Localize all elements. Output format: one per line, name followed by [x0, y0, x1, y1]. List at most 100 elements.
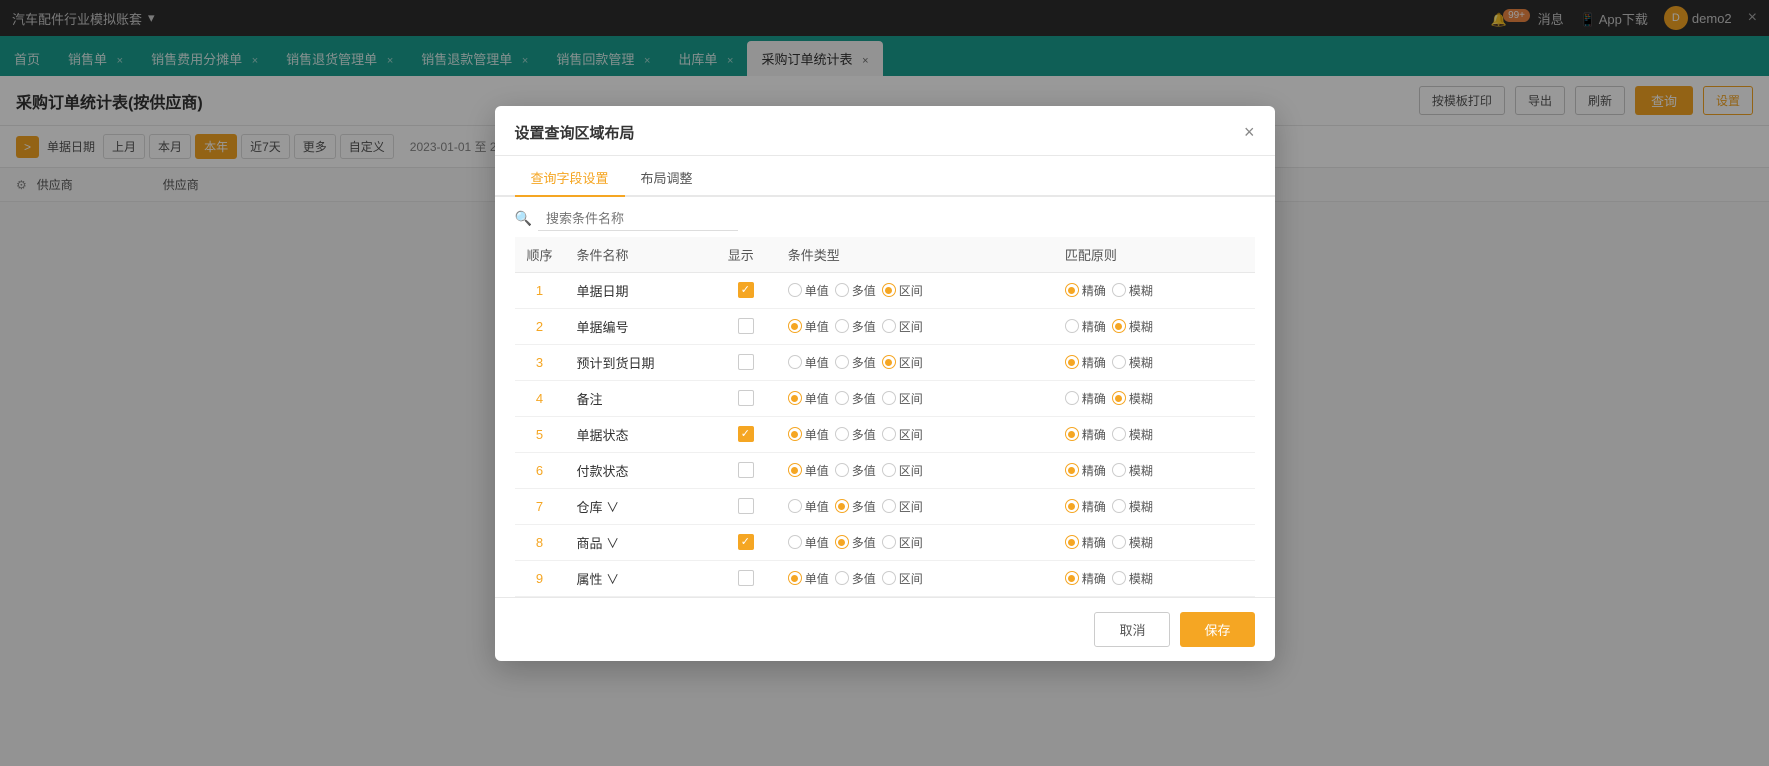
row-match-8: 精确模糊 [1053, 524, 1255, 560]
type-opt-单值-7[interactable]: 单值 [788, 498, 829, 515]
type-opt-多值-9[interactable]: 多值 [835, 570, 876, 587]
radio-circle-icon [1112, 463, 1126, 477]
type-opt-多值-4[interactable]: 多值 [835, 390, 876, 407]
type-opt-区间-3[interactable]: 区间 [882, 354, 923, 371]
type-opt-多值-7[interactable]: 多值 [835, 498, 876, 515]
dialog-tab-fields[interactable]: 查询字段设置 [515, 160, 625, 197]
match-opt-模糊-7[interactable]: 模糊 [1112, 498, 1153, 515]
type-opt-单值-9[interactable]: 单值 [788, 570, 829, 587]
row-display-1 [716, 272, 776, 308]
match-opt-模糊-4[interactable]: 模糊 [1112, 390, 1153, 407]
table-row: 7仓库 ∨单值多值区间精确模糊 [515, 488, 1255, 524]
type-opt-单值-8[interactable]: 单值 [788, 534, 829, 551]
row-match-3: 精确模糊 [1053, 344, 1255, 380]
radio-circle-icon [1112, 535, 1126, 549]
match-opt-模糊-3[interactable]: 模糊 [1112, 354, 1153, 371]
radio-label: 精确 [1082, 534, 1106, 551]
radio-circle-icon [882, 427, 896, 441]
radio-label: 区间 [899, 570, 923, 587]
radio-circle-icon [835, 463, 849, 477]
radio-circle-icon [882, 535, 896, 549]
radio-label: 单值 [805, 498, 829, 515]
table-row: 8商品 ∨ 单值多值区间 精确模糊 [515, 524, 1255, 560]
row-type-9: 单值多值 区间 [776, 560, 1053, 596]
row-name-1: 单据日期 [565, 272, 716, 308]
display-checkbox-9[interactable] [738, 570, 754, 586]
type-opt-区间-6[interactable]: 区间 [882, 462, 923, 479]
type-opt-多值-5[interactable]: 多值 [835, 426, 876, 443]
display-checkbox-3[interactable] [738, 354, 754, 370]
match-opt-模糊-6[interactable]: 模糊 [1112, 462, 1153, 479]
dialog-close-button[interactable]: × [1244, 122, 1255, 143]
radio-label: 区间 [899, 498, 923, 515]
match-opt-精确-7[interactable]: 精确 [1065, 498, 1106, 515]
match-opt-精确-4[interactable]: 精确 [1065, 390, 1106, 407]
match-opt-模糊-8[interactable]: 模糊 [1112, 534, 1153, 551]
type-opt-区间-9[interactable]: 区间 [882, 570, 923, 587]
match-opt-精确-9[interactable]: 精确 [1065, 570, 1106, 587]
match-opt-模糊-2[interactable]: 模糊 [1112, 318, 1153, 335]
radio-label: 模糊 [1129, 498, 1153, 515]
cancel-button[interactable]: 取消 [1094, 612, 1170, 647]
display-checkbox-8[interactable] [738, 534, 754, 550]
type-opt-区间-8[interactable]: 区间 [882, 534, 923, 551]
row-match-6: 精确 模糊 [1053, 452, 1255, 488]
save-button[interactable]: 保存 [1180, 612, 1254, 647]
display-checkbox-1[interactable] [738, 282, 754, 298]
type-opt-单值-3[interactable]: 单值 [788, 354, 829, 371]
type-opt-区间-2[interactable]: 区间 [882, 318, 923, 335]
settings-dialog: 设置查询区域布局 × 查询字段设置 布局调整 🔍 顺序 条件名称 [495, 106, 1275, 661]
display-checkbox-6[interactable] [738, 462, 754, 478]
match-opt-精确-3[interactable]: 精确 [1065, 354, 1106, 371]
match-opt-精确-2[interactable]: 精确 [1065, 318, 1106, 335]
type-opt-单值-5[interactable]: 单值 [788, 426, 829, 443]
radio-label: 模糊 [1129, 462, 1153, 479]
row-order-5: 5 [515, 416, 565, 452]
type-opt-多值-1[interactable]: 多值 [835, 282, 876, 299]
row-name-3: 预计到货日期 [565, 344, 716, 380]
type-opt-多值-8[interactable]: 多值 [835, 534, 876, 551]
type-opt-多值-2[interactable]: 多值 [835, 318, 876, 335]
type-opt-区间-5[interactable]: 区间 [882, 426, 923, 443]
type-opt-多值-3[interactable]: 多值 [835, 354, 876, 371]
match-opt-模糊-5[interactable]: 模糊 [1112, 426, 1153, 443]
type-opt-区间-7[interactable]: 区间 [882, 498, 923, 515]
display-checkbox-7[interactable] [738, 498, 754, 514]
radio-label: 精确 [1082, 426, 1106, 443]
row-type-6: 单值多值区间 [776, 452, 1053, 488]
type-opt-单值-4[interactable]: 单值 [788, 390, 829, 407]
row-display-8 [716, 524, 776, 560]
match-opt-精确-1[interactable]: 精确 [1065, 282, 1106, 299]
radio-label: 模糊 [1129, 426, 1153, 443]
match-opt-精确-8[interactable]: 精确 [1065, 534, 1106, 551]
row-match-1: 精确模糊 [1053, 272, 1255, 308]
radio-circle-icon [882, 355, 896, 369]
row-order-8: 8 [515, 524, 565, 560]
match-opt-精确-6[interactable]: 精确 [1065, 462, 1106, 479]
type-opt-区间-1[interactable]: 区间 [882, 282, 923, 299]
radio-circle-icon [788, 499, 802, 513]
radio-circle-icon [882, 283, 896, 297]
table-row: 5单据状态单值多值区间精确模糊 [515, 416, 1255, 452]
radio-label: 多值 [852, 426, 876, 443]
row-name-8: 商品 ∨ [565, 524, 716, 560]
search-bar: 🔍 [495, 197, 1275, 237]
display-checkbox-5[interactable] [738, 426, 754, 442]
dialog-tab-layout[interactable]: 布局调整 [625, 160, 709, 197]
table-row: 3预计到货日期单值多值区间精确模糊 [515, 344, 1255, 380]
radio-circle-icon [788, 463, 802, 477]
th-name: 条件名称 [565, 237, 716, 273]
type-opt-区间-4[interactable]: 区间 [882, 390, 923, 407]
type-opt-单值-2[interactable]: 单值 [788, 318, 829, 335]
type-opt-单值-1[interactable]: 单值 [788, 282, 829, 299]
radio-circle-icon [882, 571, 896, 585]
type-opt-多值-6[interactable]: 多值 [835, 462, 876, 479]
search-input[interactable] [538, 207, 738, 231]
radio-label: 精确 [1082, 570, 1106, 587]
display-checkbox-2[interactable] [738, 318, 754, 334]
match-opt-模糊-9[interactable]: 模糊 [1112, 570, 1153, 587]
display-checkbox-4[interactable] [738, 390, 754, 406]
match-opt-模糊-1[interactable]: 模糊 [1112, 282, 1153, 299]
match-opt-精确-5[interactable]: 精确 [1065, 426, 1106, 443]
type-opt-单值-6[interactable]: 单值 [788, 462, 829, 479]
